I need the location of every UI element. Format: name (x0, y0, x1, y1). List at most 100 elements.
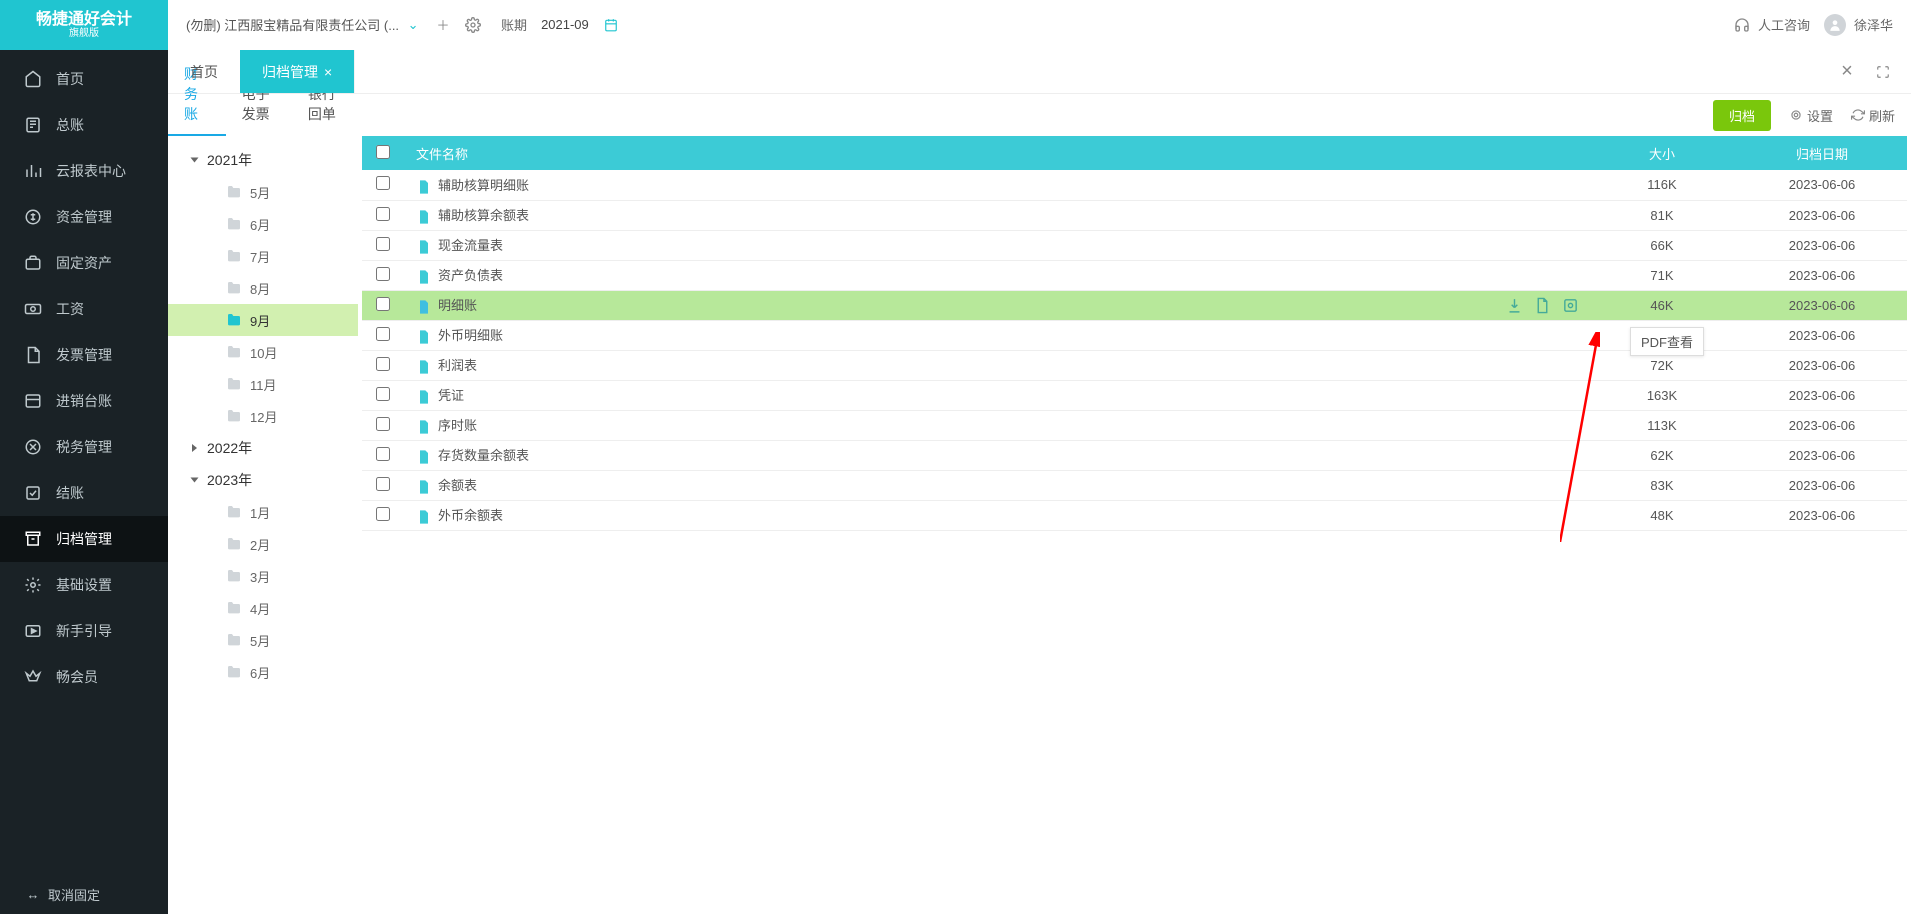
row-checkbox[interactable] (376, 387, 390, 401)
settings-link[interactable]: 设置 (1789, 106, 1833, 125)
tab-home[interactable]: 首页 (168, 50, 240, 93)
select-all-checkbox[interactable] (376, 145, 390, 159)
sidebar-item-home[interactable]: 首页 (0, 56, 168, 102)
caret-icon (192, 444, 197, 452)
folder-icon (226, 248, 242, 264)
file-date: 2023-06-06 (1737, 350, 1907, 380)
tree-month[interactable]: 3月 (168, 560, 358, 592)
pdf-tooltip: PDF查看 (1630, 327, 1704, 356)
add-icon[interactable]: ＋ (435, 17, 451, 33)
tree-month[interactable]: 10月 (168, 336, 358, 368)
settings-label: 设置 (1807, 106, 1833, 125)
row-checkbox[interactable] (376, 237, 390, 251)
side-nav: 首页总账云报表中心资金管理固定资产工资发票管理进销台账税务管理结账归档管理基础设… (0, 50, 168, 874)
file-icon (416, 299, 432, 315)
table-row[interactable]: 存货数量余额表 62K 2023-06-06 (362, 440, 1907, 470)
gear-icon[interactable] (465, 17, 481, 33)
sidebar-item-setting[interactable]: 基础设置 (0, 562, 168, 608)
row-checkbox[interactable] (376, 327, 390, 341)
tree-year[interactable]: 2021年 (168, 144, 358, 176)
tree-month[interactable]: 6月 (168, 656, 358, 688)
tree-year[interactable]: 2023年 (168, 464, 358, 496)
file-date: 2023-06-06 (1737, 440, 1907, 470)
consult-label: 人工咨询 (1758, 15, 1810, 34)
row-checkbox[interactable] (376, 357, 390, 371)
table-row[interactable]: 资产负债表 71K 2023-06-06 (362, 260, 1907, 290)
pdf-view-icon[interactable] (1561, 296, 1579, 314)
sidebar-item-label: 畅会员 (56, 667, 98, 687)
tree-month[interactable]: 4月 (168, 592, 358, 624)
file-icon (416, 419, 432, 435)
sidebar-item-ledger[interactable]: 总账 (0, 102, 168, 148)
table-row[interactable]: 凭证 163K 2023-06-06 (362, 380, 1907, 410)
table-row[interactable]: 辅助核算余额表 81K 2023-06-06 (362, 200, 1907, 230)
table-row[interactable]: 外币余额表 48K 2023-06-06 (362, 500, 1907, 530)
company-selector[interactable]: (勿删) 江西服宝精品有限责任公司 (... ⌄ (186, 15, 421, 34)
file-name: 序时账 (438, 418, 477, 433)
tree-month[interactable]: 12月 (168, 400, 358, 432)
fullscreen-icon[interactable] (1865, 50, 1901, 93)
sidebar-item-label: 首页 (56, 69, 84, 89)
tree-month[interactable]: 5月 (168, 176, 358, 208)
tree-month[interactable]: 6月 (168, 208, 358, 240)
topbar: (勿删) 江西服宝精品有限责任公司 (... ⌄ ＋ 账期 2021-09 人工… (168, 0, 1911, 50)
row-checkbox[interactable] (376, 507, 390, 521)
user-menu[interactable]: 徐泽华 (1824, 14, 1893, 36)
tree-month[interactable]: 7月 (168, 240, 358, 272)
row-checkbox[interactable] (376, 207, 390, 221)
sidebar-item-close[interactable]: 结账 (0, 470, 168, 516)
tree-month[interactable]: 9月 (168, 304, 358, 336)
download-icon[interactable] (1505, 296, 1523, 314)
sidebar-item-tax[interactable]: 税务管理 (0, 424, 168, 470)
tab-archive[interactable]: 归档管理 × (240, 50, 355, 93)
row-checkbox[interactable] (376, 267, 390, 281)
row-checkbox[interactable] (376, 417, 390, 431)
tree-month[interactable]: 8月 (168, 272, 358, 304)
pdf-icon[interactable] (1533, 296, 1551, 314)
row-checkbox[interactable] (376, 176, 390, 190)
tree-month[interactable]: 2月 (168, 528, 358, 560)
period-value[interactable]: 2021-09 (541, 17, 589, 32)
close-button[interactable]: × (1829, 50, 1865, 93)
sidebar-item-chart[interactable]: 云报表中心 (0, 148, 168, 194)
sidebar-unpin[interactable]: ↔ 取消固定 (0, 874, 168, 914)
sidebar-item-inout[interactable]: 进销台账 (0, 378, 168, 424)
sidebar-unpin-label: 取消固定 (48, 885, 100, 904)
folder-icon (226, 216, 242, 232)
sidebar-item-asset[interactable]: 固定资产 (0, 240, 168, 286)
unpin-icon: ↔ (24, 885, 42, 903)
row-checkbox[interactable] (376, 477, 390, 491)
file-date: 2023-06-06 (1737, 380, 1907, 410)
sidebar-item-salary[interactable]: 工资 (0, 286, 168, 332)
row-checkbox[interactable] (376, 447, 390, 461)
logo: 畅捷通好会计 旗舰版 (0, 0, 168, 50)
file-name: 明细账 (438, 298, 477, 313)
tree-month[interactable]: 5月 (168, 624, 358, 656)
sidebar-item-invoice[interactable]: 发票管理 (0, 332, 168, 378)
consult-link[interactable]: 人工咨询 (1734, 15, 1810, 34)
table-row[interactable]: 辅助核算明细账 116K 2023-06-06 (362, 170, 1907, 200)
file-icon (416, 359, 432, 375)
tree-year[interactable]: 2022年 (168, 432, 358, 464)
row-checkbox[interactable] (376, 297, 390, 311)
table-row[interactable]: 明细账 46K 2023-06-06 (362, 290, 1907, 320)
archive-button[interactable]: 归档 (1713, 100, 1771, 131)
close-icon[interactable]: × (324, 64, 332, 80)
file-icon (416, 389, 432, 405)
sidebar-item-archive[interactable]: 归档管理 (0, 516, 168, 562)
table-row[interactable]: 余额表 83K 2023-06-06 (362, 470, 1907, 500)
file-icon (416, 509, 432, 525)
sidebar-item-fund[interactable]: 资金管理 (0, 194, 168, 240)
sidebar-item-vip[interactable]: 畅会员 (0, 654, 168, 700)
inout-icon (24, 392, 42, 410)
file-size: 66K (1587, 230, 1737, 260)
sidebar-item-guide[interactable]: 新手引导 (0, 608, 168, 654)
tree-month[interactable]: 11月 (168, 368, 358, 400)
table-row[interactable]: 现金流量表 66K 2023-06-06 (362, 230, 1907, 260)
sidebar-item-label: 总账 (56, 115, 84, 135)
tree-month[interactable]: 1月 (168, 496, 358, 528)
calendar-icon[interactable] (603, 17, 619, 33)
file-icon (416, 209, 432, 225)
table-row[interactable]: 序时账 113K 2023-06-06 (362, 410, 1907, 440)
refresh-link[interactable]: 刷新 (1851, 106, 1895, 125)
